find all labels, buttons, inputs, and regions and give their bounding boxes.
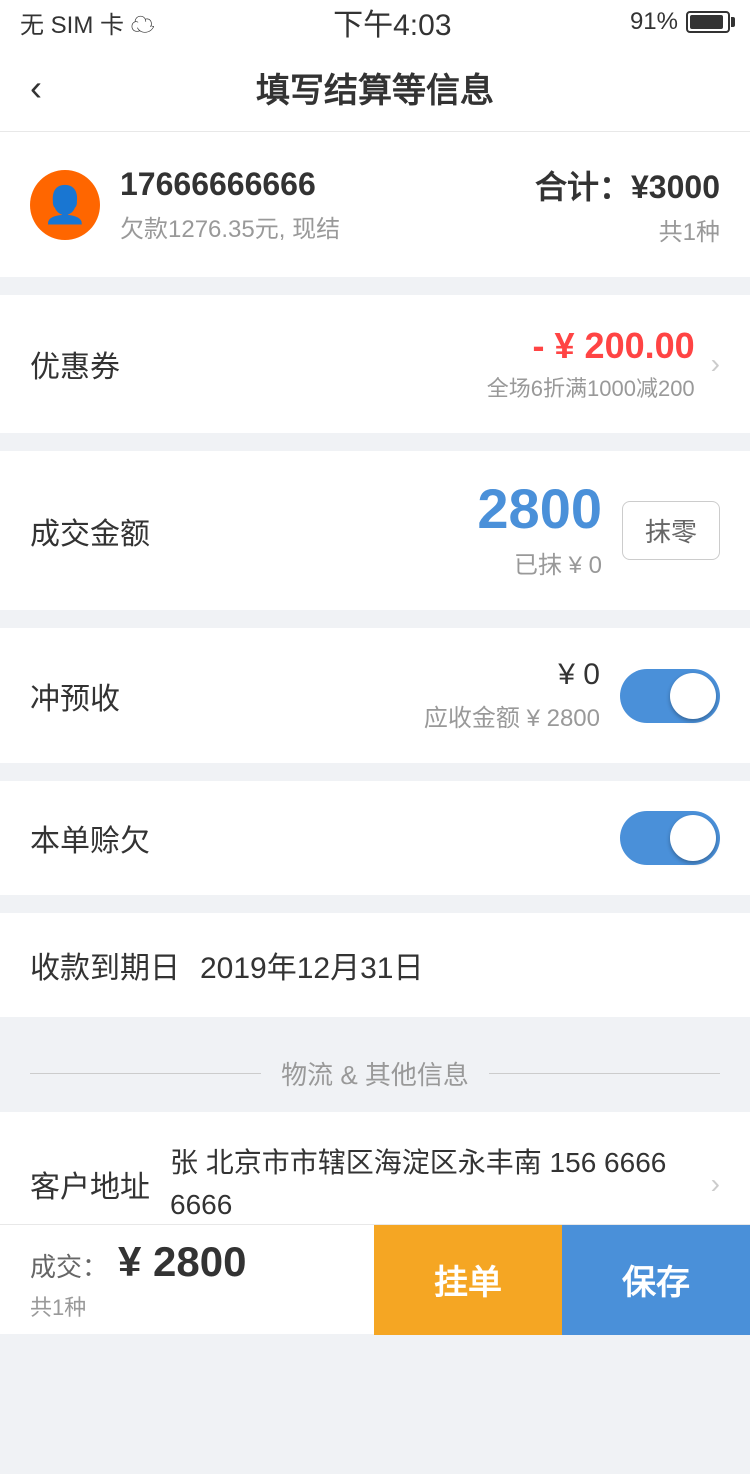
- page-title: 填写结算等信息: [256, 63, 494, 112]
- coupon-right: - ¥ 200.00 全场6折满1000减200 ›: [487, 325, 720, 403]
- back-button[interactable]: ‹: [30, 67, 42, 109]
- chong-sub: 应收金额 ¥ 2800: [424, 698, 600, 733]
- customer-right: 合计：¥3000 共1种: [535, 162, 720, 247]
- chong-toggle[interactable]: [620, 669, 720, 723]
- bottom-bar: 成交： ¥ 2800 共1种 挂单 保存: [0, 1224, 750, 1334]
- date-row: 收款到期日 2019年12月31日: [30, 943, 720, 987]
- chong-row: 冲预收 ¥ 0 应收金额 ¥ 2800: [30, 658, 720, 733]
- battery-icon: [686, 11, 730, 33]
- coupon-right-col: - ¥ 200.00 全场6折满1000减200: [487, 325, 695, 403]
- summary-top: 成交： ¥ 2800: [30, 1238, 344, 1286]
- status-right: 91%: [630, 8, 730, 36]
- chong-section: 冲预收 ¥ 0 应收金额 ¥ 2800: [0, 628, 750, 763]
- amount-section: 成交金额 2800 已抹 ¥ 0 抹零: [0, 451, 750, 610]
- hang-button[interactable]: 挂单: [374, 1225, 562, 1335]
- amount-sub: 已抹 ¥ 0: [477, 545, 602, 580]
- amount-col: 2800 已抹 ¥ 0: [477, 481, 602, 580]
- address-label: 客户地址: [30, 1162, 150, 1206]
- bottom-summary: 成交： ¥ 2800 共1种: [0, 1238, 374, 1322]
- sheqian-section: 本单赊欠: [0, 781, 750, 895]
- amount-value: 2800: [477, 481, 602, 537]
- customer-debt: 欠款1276.35元, 现结: [120, 209, 340, 244]
- coupon-value: - ¥ 200.00: [487, 325, 695, 367]
- summary-amount: ¥ 2800: [118, 1238, 246, 1286]
- coupon-label: 优惠券: [30, 342, 120, 386]
- chong-amount-col: ¥ 0 应收金额 ¥ 2800: [424, 658, 600, 733]
- address-row: 客户地址 张 北京市市辖区海淀区永丰南 156 6666 6666 ›: [30, 1142, 720, 1226]
- amount-label: 成交金额: [30, 509, 150, 553]
- divider-line-left: [30, 1073, 261, 1074]
- sheqian-toggle-knob: [670, 815, 716, 861]
- total-count: 共1种: [535, 212, 720, 247]
- status-bar: 无 SIM 卡 ☁ 下午4:03 91%: [0, 0, 750, 44]
- coupon-row[interactable]: 优惠券 - ¥ 200.00 全场6折满1000减200 ›: [0, 295, 750, 433]
- save-button[interactable]: 保存: [562, 1225, 750, 1335]
- divider-line-right: [489, 1073, 720, 1074]
- amount-right: 2800 已抹 ¥ 0 抹零: [477, 481, 720, 580]
- sim-label: 无 SIM 卡 ☁: [20, 5, 155, 40]
- date-value: 2019年12月31日: [200, 943, 423, 987]
- customer-info: 17666666666 欠款1276.35元, 现结: [120, 166, 340, 244]
- toggle-knob: [670, 673, 716, 719]
- amount-row: 成交金额 2800 已抹 ¥ 0 抹零: [30, 481, 720, 580]
- status-time: 下午4:03: [333, 0, 451, 44]
- coupon-section: 优惠券 - ¥ 200.00 全场6折满1000减200 ›: [0, 295, 750, 433]
- address-value: 张 北京市市辖区海淀区永丰南 156 6666 6666: [170, 1142, 711, 1226]
- battery-fill: [690, 15, 723, 29]
- customer-card: 👤 17666666666 欠款1276.35元, 现结 合计：¥3000 共1…: [0, 132, 750, 277]
- battery-percent: 91%: [630, 8, 678, 36]
- date-label: 收款到期日: [30, 943, 180, 987]
- sheqian-row: 本单赊欠: [30, 811, 720, 865]
- coupon-desc: 全场6折满1000减200: [487, 371, 695, 403]
- divider-section: 物流 & 其他信息: [0, 1035, 750, 1112]
- date-section: 收款到期日 2019年12月31日: [0, 913, 750, 1017]
- round-button[interactable]: 抹零: [622, 501, 720, 560]
- chong-label: 冲预收: [30, 674, 120, 718]
- nav-bar: ‹ 填写结算等信息: [0, 44, 750, 132]
- sheqian-toggle[interactable]: [620, 811, 720, 865]
- divider-text: 物流 & 其他信息: [281, 1055, 469, 1092]
- customer-phone: 17666666666: [120, 166, 340, 203]
- summary-label: 成交：: [30, 1247, 108, 1284]
- chong-amount: ¥ 0: [424, 658, 600, 692]
- address-chevron-icon: ›: [711, 1168, 720, 1200]
- chevron-right-icon: ›: [711, 348, 720, 380]
- summary-count: 共1种: [30, 1290, 344, 1322]
- avatar: 👤: [30, 170, 100, 240]
- chong-right: ¥ 0 应收金额 ¥ 2800: [424, 658, 720, 733]
- status-left: 无 SIM 卡 ☁: [20, 5, 155, 40]
- customer-left: 👤 17666666666 欠款1276.35元, 现结: [30, 166, 340, 244]
- sheqian-label: 本单赊欠: [30, 816, 150, 860]
- total-amount: 合计：¥3000: [535, 162, 720, 208]
